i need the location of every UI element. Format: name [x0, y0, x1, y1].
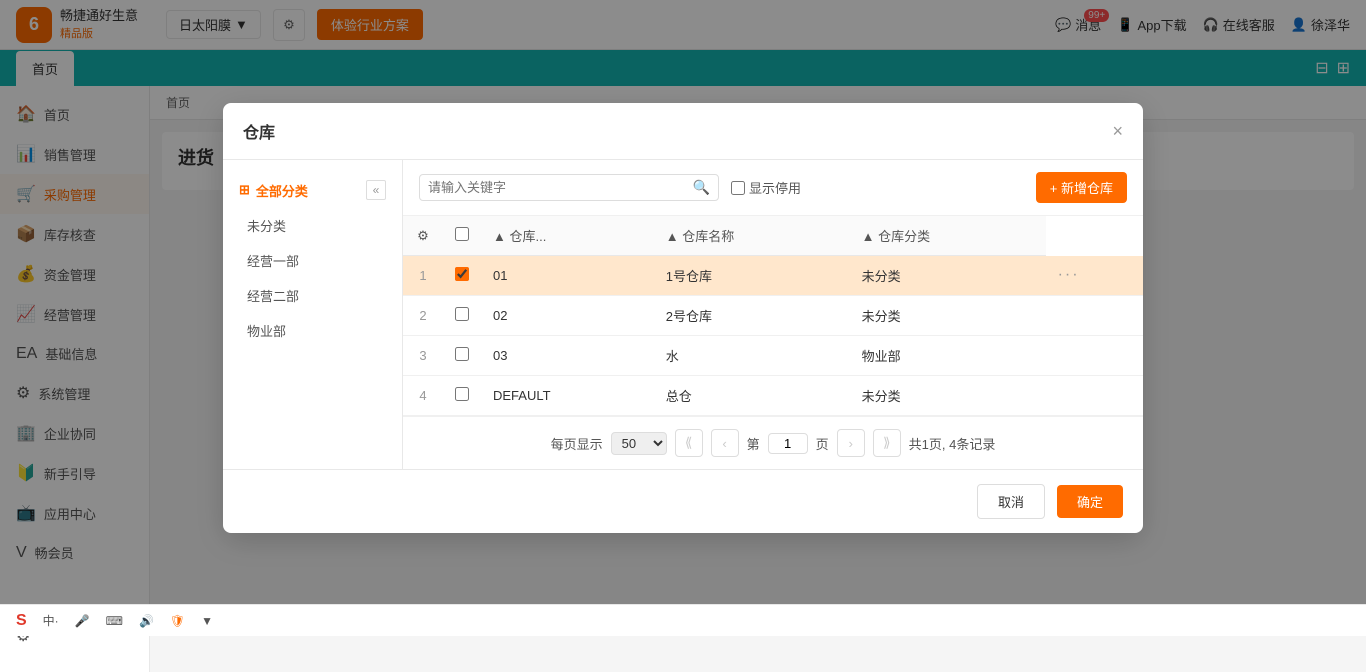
dialog-overlay: 仓库 × ⊞ 全部分类 « 未分类 经营一部 [0, 0, 1366, 636]
table-row[interactable]: 3 03 水 物业部 [403, 336, 1143, 376]
next-page-btn[interactable]: › [837, 429, 865, 457]
per-page-select[interactable]: 102050100 [611, 432, 667, 455]
show-disabled-label[interactable]: 显示停用 [731, 178, 801, 197]
search-icon[interactable]: 🔍 [693, 179, 710, 196]
cancel-button[interactable]: 取消 [977, 484, 1045, 519]
sort-icon-name: ▲ [666, 229, 679, 244]
status-dropdown-icon: ▼ [201, 614, 213, 628]
total-label: 共1页, 4条记录 [909, 434, 996, 453]
row-checkbox[interactable] [455, 347, 469, 361]
row-code: 03 [481, 336, 654, 376]
row-actions[interactable]: ··· [1046, 256, 1143, 296]
confirm-button[interactable]: 确定 [1057, 485, 1123, 518]
row-name: 水 [654, 336, 850, 376]
row-checkbox[interactable] [455, 307, 469, 321]
select-all-checkbox[interactable] [455, 227, 469, 241]
row-checkbox-cell[interactable] [443, 296, 481, 336]
col-header-checkbox[interactable] [443, 216, 481, 256]
pagination: 每页显示 102050100 ⟪ ‹ 第 页 › ⟫ 共1页, 4条记录 [403, 416, 1143, 469]
category-item-ops1[interactable]: 经营一部 [223, 243, 402, 278]
table-row[interactable]: 2 02 2号仓库 未分类 [403, 296, 1143, 336]
row-checkbox[interactable] [455, 387, 469, 401]
row-checkbox-cell[interactable] [443, 256, 481, 296]
dialog-body: ⊞ 全部分类 « 未分类 经营一部 经营二部 物业部 [223, 160, 1143, 469]
row-code: 02 [481, 296, 654, 336]
status-zh-label: 中· [43, 612, 59, 629]
row-checkbox[interactable] [455, 267, 469, 281]
page-label: 第 [747, 434, 760, 453]
category-item-ops2[interactable]: 经营二部 [223, 278, 402, 313]
dialog-footer: 取消 确定 [223, 469, 1143, 533]
table-body: 1 01 1号仓库 未分类 ··· 2 02 2号仓库 未分类 3 03 水 物业… [403, 256, 1143, 416]
new-warehouse-btn[interactable]: + 新增仓库 [1036, 172, 1127, 203]
category-panel: ⊞ 全部分类 « 未分类 经营一部 经营二部 物业部 [223, 160, 403, 469]
warehouse-dialog: 仓库 × ⊞ 全部分类 « 未分类 经营一部 [223, 103, 1143, 533]
row-name: 总仓 [654, 376, 850, 416]
table-row[interactable]: 4 DEFAULT 总仓 未分类 [403, 376, 1143, 416]
dialog-header: 仓库 × [223, 103, 1143, 160]
row-code: 01 [481, 256, 654, 296]
row-name: 2号仓库 [654, 296, 850, 336]
category-item-prop[interactable]: 物业部 [223, 313, 402, 348]
status-sound-icon: 🔊 [139, 614, 154, 628]
row-checkbox-cell[interactable] [443, 336, 481, 376]
show-disabled-checkbox[interactable] [731, 181, 745, 195]
row-checkbox-cell[interactable] [443, 376, 481, 416]
prev-page-btn[interactable]: ‹ [711, 429, 739, 457]
row-num: 3 [403, 336, 443, 376]
row-category: 物业部 [850, 336, 1046, 376]
col-header-name: ▲ 仓库名称 [654, 216, 850, 256]
row-category: 未分类 [850, 296, 1046, 336]
row-name: 1号仓库 [654, 256, 850, 296]
sort-icon-cat: ▲ [862, 229, 875, 244]
status-shield-icon: 🛡 [170, 614, 185, 628]
status-s-icon: S [16, 612, 27, 630]
category-header[interactable]: ⊞ 全部分类 « [223, 172, 402, 208]
category-collapse-btn[interactable]: « [366, 180, 386, 200]
row-category: 未分类 [850, 256, 1046, 296]
warehouse-table: ⚙ ▲ 仓库... ▲ [403, 216, 1143, 416]
row-num: 4 [403, 376, 443, 416]
all-category-text: 全部分类 [256, 181, 308, 200]
row-num: 2 [403, 296, 443, 336]
page-suffix: 页 [816, 434, 829, 453]
search-input[interactable] [428, 180, 687, 195]
col-header-code: ▲ 仓库... [481, 216, 654, 256]
status-mic-icon: 🎤 [75, 614, 90, 628]
warehouse-table-wrap: ⚙ ▲ 仓库... ▲ [403, 216, 1143, 416]
category-item-uncat[interactable]: 未分类 [223, 208, 402, 243]
last-page-btn[interactable]: ⟫ [873, 429, 901, 457]
all-category-label: ⊞ 全部分类 [239, 181, 308, 200]
status-bar: S 中· 🎤 ⌨ 🔊 🛡 ▼ [0, 604, 1366, 636]
status-keyboard-icon: ⌨ [106, 614, 123, 628]
row-code: DEFAULT [481, 376, 654, 416]
search-box: 🔍 [419, 174, 719, 201]
sort-icon: ▲ [493, 229, 506, 244]
per-page-label: 每页显示 [551, 434, 603, 453]
col-header-category: ▲ 仓库分类 [850, 216, 1046, 256]
dialog-toolbar: 🔍 显示停用 + 新增仓库 [403, 160, 1143, 216]
col-header-settings[interactable]: ⚙ [403, 216, 443, 256]
row-num: 1 [403, 256, 443, 296]
table-head: ⚙ ▲ 仓库... ▲ [403, 216, 1143, 256]
first-page-btn[interactable]: ⟪ [675, 429, 703, 457]
row-more-icon[interactable]: ··· [1058, 266, 1080, 283]
page-input[interactable] [768, 433, 808, 454]
grid-icon: ⊞ [239, 182, 250, 198]
content-panel: 🔍 显示停用 + 新增仓库 ⚙ [403, 160, 1143, 469]
dialog-title: 仓库 [243, 119, 275, 143]
table-row[interactable]: 1 01 1号仓库 未分类 ··· [403, 256, 1143, 296]
row-category: 未分类 [850, 376, 1046, 416]
dialog-close-btn[interactable]: × [1112, 121, 1123, 142]
